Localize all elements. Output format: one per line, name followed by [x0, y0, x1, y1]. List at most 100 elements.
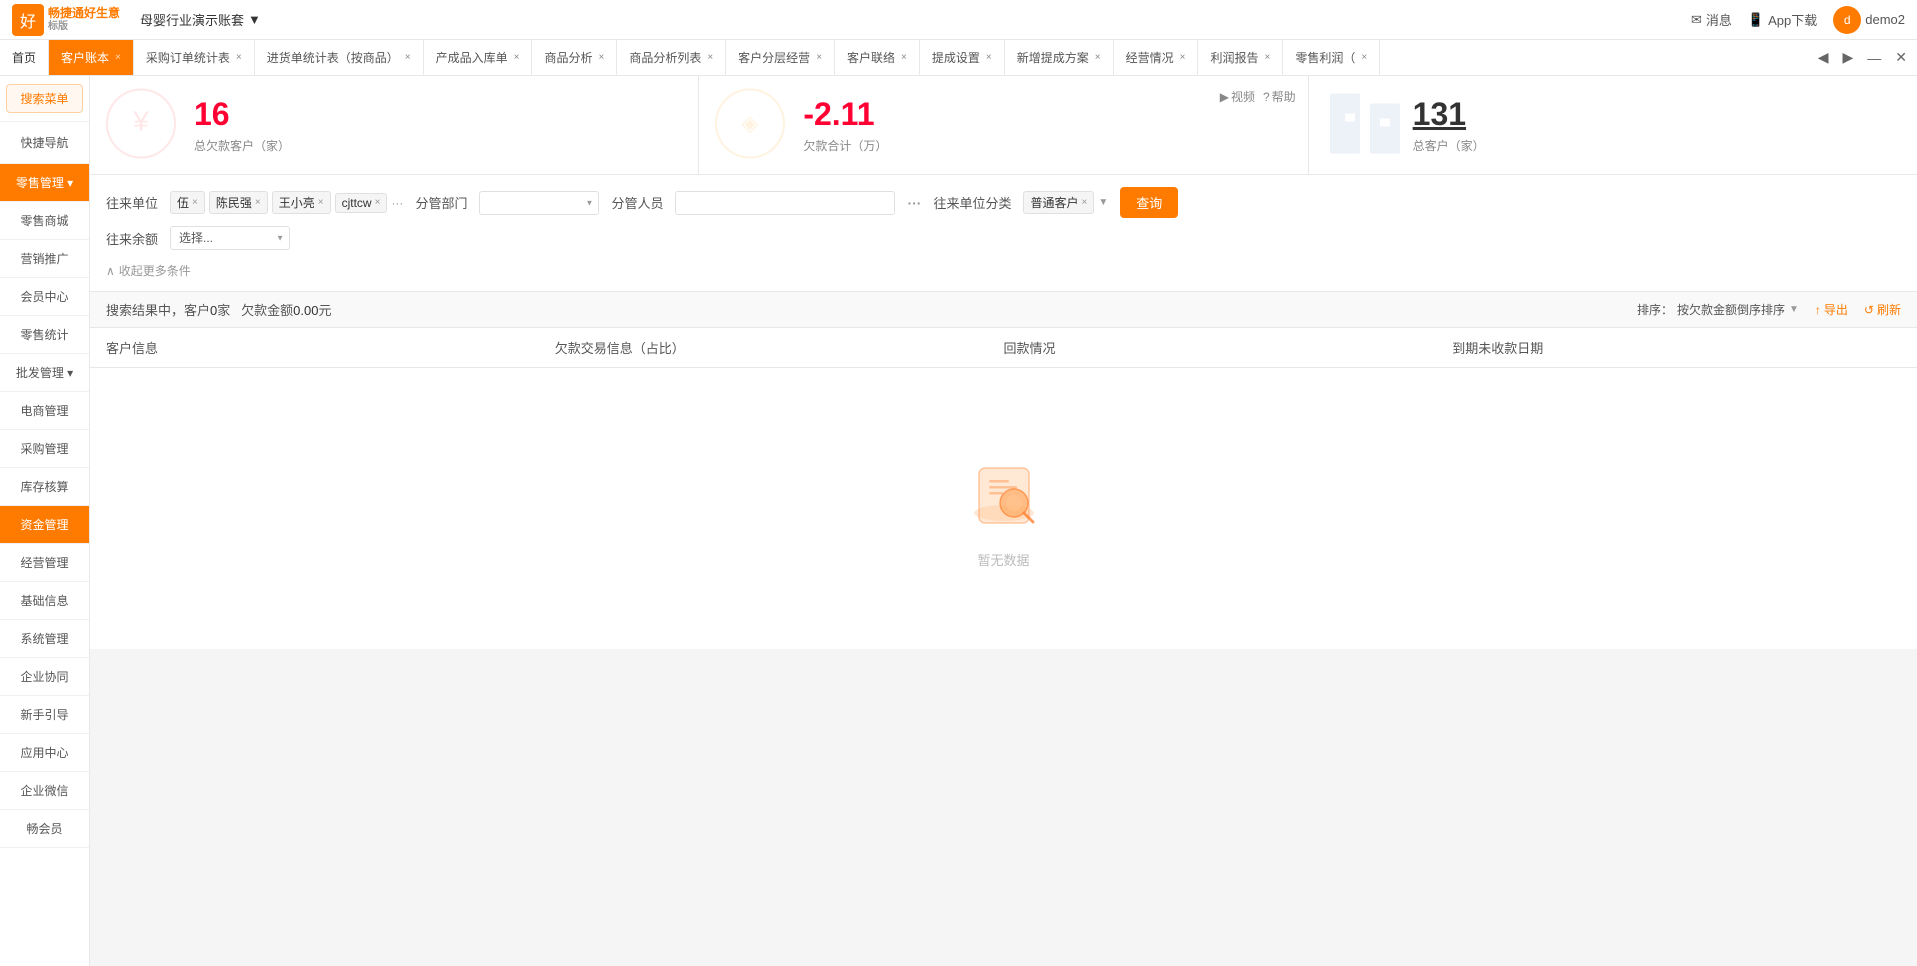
close-all-button[interactable]: ✕ — [1889, 45, 1913, 70]
tab-product-analysis-list[interactable]: 商品分析列表 × — [617, 40, 726, 76]
prev-tab-button[interactable]: ◀ — [1812, 45, 1835, 70]
close-tab-icon[interactable]: × — [1361, 52, 1367, 63]
balance-select[interactable]: 选择... — [170, 226, 290, 250]
sidebar-item-marketing[interactable]: 营销推广 — [0, 240, 89, 278]
filter-tags: 伍 × 陈民强 × 王小亮 × cjttcw × ··· — [170, 191, 403, 214]
filter-tag-3[interactable]: cjttcw × — [335, 193, 388, 213]
close-tab-icon[interactable]: × — [1264, 52, 1270, 63]
close-tab-icon[interactable]: × — [598, 52, 604, 63]
tab-purchase-order-stats[interactable]: 采购订单统计表 × — [134, 40, 255, 76]
remove-tag-icon[interactable]: × — [318, 197, 324, 208]
user-profile[interactable]: d demo2 — [1833, 6, 1905, 34]
tab-promotion-settings[interactable]: 提成设置 × — [920, 40, 1005, 76]
sort-option-text: 按欠款金额倒序排序 — [1677, 301, 1785, 318]
person-dots[interactable]: ··· — [907, 195, 921, 211]
stat-card-debtors: ¥ 16 总欠款客户（家） — [90, 76, 699, 174]
close-tab-icon[interactable]: × — [236, 52, 242, 63]
quick-nav-link[interactable]: 快捷导航 — [6, 130, 83, 155]
search-menu-button[interactable]: 搜索菜单 — [6, 84, 83, 113]
person-filter-label: 分管人员 — [611, 193, 663, 212]
dept-select[interactable] — [479, 191, 599, 215]
collapse-button[interactable]: ∧ 收起更多条件 — [106, 262, 1901, 279]
export-button[interactable]: ↑ 导出 — [1815, 301, 1848, 318]
quick-nav-area: 快捷导航 — [0, 122, 89, 164]
sidebar-item-app-center[interactable]: 应用中心 — [0, 734, 89, 772]
category-tag[interactable]: 普通客户 × — [1023, 191, 1094, 214]
sidebar-item-enterprise-wechat[interactable]: 企业微信 — [0, 772, 89, 810]
sidebar-item-purchase[interactable]: 采购管理 — [0, 430, 89, 468]
sidebar-item-inventory[interactable]: 库存核算 — [0, 468, 89, 506]
sidebar-item-member-club[interactable]: 畅会员 — [0, 810, 89, 848]
org-selector[interactable]: 母婴行业演示账套 ▼ — [140, 10, 261, 29]
empty-state: 暂无数据 — [90, 368, 1917, 649]
sidebar-item-basic-info[interactable]: 基础信息 — [0, 582, 89, 620]
tab-customer-connect[interactable]: 客户联络 × — [835, 40, 920, 76]
remove-tag-icon[interactable]: × — [375, 197, 381, 208]
video-link[interactable]: ▶ 视频 — [1220, 88, 1255, 105]
filter-tag-1[interactable]: 陈民强 × — [209, 191, 268, 214]
search-result-bar: 搜索结果中，客户0家 欠款金额0.00元 排序： 按欠款金额倒序排序 ▼ ↑ 导… — [90, 292, 1917, 328]
balance-filter-label: 往来余额 — [106, 229, 158, 248]
sidebar-item-retail-mall[interactable]: 零售商城 — [0, 202, 89, 240]
sidebar-item-finance[interactable]: 资金管理 — [0, 506, 89, 544]
sort-chevron-icon[interactable]: ▼ — [1789, 304, 1799, 315]
close-tab-icon[interactable]: × — [514, 52, 520, 63]
sidebar-item-member[interactable]: 会员中心 — [0, 278, 89, 316]
unit-filter-label: 往来单位 — [106, 193, 158, 212]
filter-tag-2[interactable]: 王小亮 × — [272, 191, 331, 214]
close-tab-icon[interactable]: × — [986, 52, 992, 63]
svg-text:¥: ¥ — [132, 106, 149, 137]
minimize-button[interactable]: — — [1861, 46, 1887, 70]
tab-add-plan[interactable]: 新增提成方案 × — [1005, 40, 1114, 76]
remove-tag-icon[interactable]: × — [255, 197, 261, 208]
tab-product-analysis[interactable]: 商品分析 × — [532, 40, 617, 76]
tab-product-inbound[interactable]: 产成品入库单 × — [424, 40, 533, 76]
close-tab-icon[interactable]: × — [1180, 52, 1186, 63]
table-header-overdue-date: 到期未收款日期 — [1452, 338, 1901, 357]
close-tab-icon[interactable]: × — [901, 52, 907, 63]
help-link[interactable]: ? 帮助 — [1263, 88, 1296, 105]
tab-business-status[interactable]: 经营情况 × — [1114, 40, 1199, 76]
content-area: ¥ 16 总欠款客户（家） ◈ -2.11 欠款合计（ — [90, 76, 1917, 966]
remove-category-tag-icon[interactable]: × — [1082, 197, 1088, 208]
app-download-button[interactable]: 📱 App下载 — [1748, 10, 1817, 29]
close-tab-icon[interactable]: × — [1095, 52, 1101, 63]
close-tab-icon[interactable]: × — [405, 52, 411, 63]
sidebar-item-retail-stats[interactable]: 零售统计 — [0, 316, 89, 354]
main-layout: 搜索菜单 快捷导航 零售管理 ▾ 零售商城 营销推广 会员中心 零售统计 批发管… — [0, 76, 1917, 966]
collapse-area: ∧ 收起更多条件 — [106, 258, 1901, 279]
refresh-button[interactable]: ↺ 刷新 — [1864, 301, 1901, 318]
tab-home[interactable]: 首页 — [0, 40, 49, 76]
nav-tab-actions: ◀ ▶ — ✕ — [1812, 45, 1917, 70]
filter-row-1: 往来单位 伍 × 陈民强 × 王小亮 × cjttcw — [106, 187, 1901, 218]
filter-more-button[interactable]: ··· — [391, 196, 403, 210]
tab-inbound-stats[interactable]: 进货单统计表（按商品） × — [255, 40, 424, 76]
sidebar-item-operations[interactable]: 经营管理 — [0, 544, 89, 582]
refresh-icon: ↺ — [1864, 303, 1874, 317]
next-tab-button[interactable]: ▶ — [1836, 45, 1859, 70]
remove-tag-icon[interactable]: × — [192, 197, 198, 208]
sidebar-item-system[interactable]: 系统管理 — [0, 620, 89, 658]
stat-help-area: ▶ 视频 ? 帮助 — [1220, 88, 1296, 105]
app-icon: 📱 — [1748, 12, 1764, 28]
sidebar-item-ecommerce[interactable]: 电商管理 — [0, 392, 89, 430]
sidebar-item-retail-mgmt[interactable]: 零售管理 ▾ — [0, 164, 89, 202]
filter-tag-0[interactable]: 伍 × — [170, 191, 205, 214]
tab-customer-segment[interactable]: 客户分层经营 × — [726, 40, 835, 76]
close-tab-icon[interactable]: × — [816, 52, 822, 63]
tab-profit-report[interactable]: 利润报告 × — [1198, 40, 1283, 76]
logo-area: 好 畅捷通好生意 标版 — [12, 4, 120, 36]
category-chevron-icon[interactable]: ▼ — [1098, 197, 1108, 208]
tab-retail-profit[interactable]: 零售利润（ × — [1283, 40, 1380, 76]
close-tab-icon[interactable]: × — [707, 52, 713, 63]
sidebar-item-wholesale-mgmt[interactable]: 批发管理 ▾ — [0, 354, 89, 392]
query-button[interactable]: 查询 — [1120, 187, 1178, 218]
tab-customer-balance[interactable]: 客户账本 × — [49, 40, 134, 76]
close-tab-icon[interactable]: × — [115, 52, 121, 63]
person-input[interactable] — [675, 191, 895, 215]
sidebar-item-enterprise-collab[interactable]: 企业协同 — [0, 658, 89, 696]
sidebar-item-new-guide[interactable]: 新手引导 — [0, 696, 89, 734]
top-bar: 好 畅捷通好生意 标版 母婴行业演示账套 ▼ ✉ 消息 📱 App下载 d de… — [0, 0, 1917, 40]
message-button[interactable]: ✉ 消息 — [1691, 10, 1732, 29]
table-header-debt-info: 欠款交易信息（占比） — [555, 338, 1004, 357]
